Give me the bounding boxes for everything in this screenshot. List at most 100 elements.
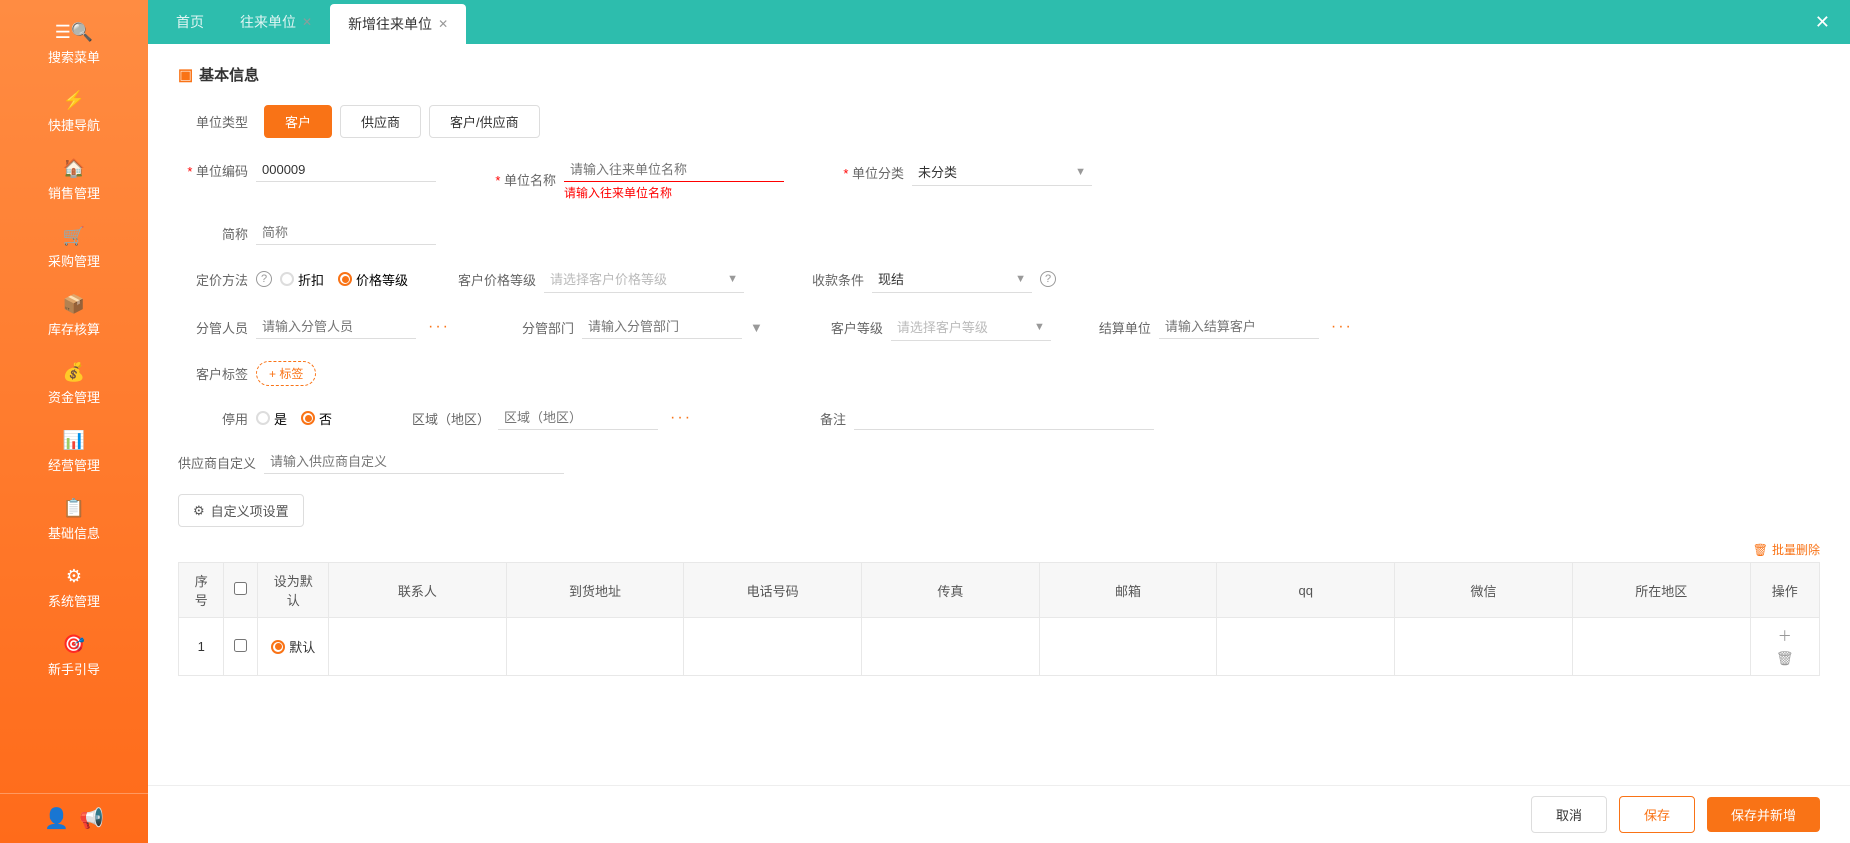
region-more-btn[interactable]: ··· xyxy=(666,409,696,427)
close-tab-new-transaction[interactable]: ✕ xyxy=(438,17,448,31)
col-fax: 传真 xyxy=(862,563,1040,618)
sidebar-item-finance[interactable]: 💰 资金管理 xyxy=(0,350,148,418)
pricing-radio-group: 折扣 价格等级 xyxy=(280,270,408,289)
col-checkbox xyxy=(224,563,258,618)
row-index: 1 xyxy=(179,618,224,676)
gear-icon: ⚙ xyxy=(66,566,82,587)
wechat-input[interactable] xyxy=(1405,639,1562,654)
add-tag-button[interactable]: + 标签 xyxy=(256,361,316,386)
unit-code-input[interactable] xyxy=(256,158,436,182)
type-btn-customer[interactable]: 客户 xyxy=(264,105,332,138)
type-btn-both[interactable]: 客户/供应商 xyxy=(429,105,540,138)
address-input[interactable] xyxy=(517,639,674,654)
remarks-input[interactable] xyxy=(854,406,1154,430)
col-contact: 联系人 xyxy=(328,563,506,618)
row-add-btn[interactable]: ＋ xyxy=(1774,624,1796,648)
payment-terms-select[interactable]: 现结 ▼ xyxy=(872,265,1032,293)
row-phone-input[interactable] xyxy=(684,618,862,676)
sidebar-item-sales[interactable]: 🏠 销售管理 xyxy=(0,146,148,214)
remarks-label: 备注 xyxy=(776,409,846,428)
short-name-input[interactable] xyxy=(256,221,436,245)
col-wechat: 微信 xyxy=(1395,563,1573,618)
table-header-row: 序号 设为默认 联系人 到货地址 电话号码 传真 邮箱 qq 微信 所在地区 操… xyxy=(179,563,1820,618)
col-phone: 电话号码 xyxy=(684,563,862,618)
lightning-icon: ⚡ xyxy=(63,90,85,111)
sidebar-item-system[interactable]: ⚙ 系统管理 xyxy=(0,554,148,622)
customer-level-select[interactable]: 请选择客户等级 ▼ xyxy=(891,313,1051,341)
row-default-radio[interactable]: 默认 xyxy=(268,637,318,656)
sidebar-item-basic-info[interactable]: 📋 基础信息 xyxy=(0,486,148,554)
radio-discount[interactable]: 折扣 xyxy=(280,270,324,289)
supplier-custom-input[interactable] xyxy=(264,450,564,474)
row-select-checkbox[interactable] xyxy=(234,639,247,652)
tab-bar: 首页 往来单位 ✕ 新增往来单位 ✕ ✕ xyxy=(148,0,1850,44)
unit-type-row: 单位类型 客户 供应商 客户/供应商 xyxy=(178,105,1820,138)
default-radio-circle xyxy=(271,640,285,654)
fax-input[interactable] xyxy=(872,639,1029,654)
row-qq-input[interactable] xyxy=(1217,618,1395,676)
settlement-unit-input[interactable] xyxy=(1159,315,1319,339)
unit-category-select[interactable]: 未分类 ▼ xyxy=(912,158,1092,186)
row-wechat-input[interactable] xyxy=(1395,618,1573,676)
col-qq: qq xyxy=(1217,563,1395,618)
unit-code-label: 单位编码 xyxy=(178,161,248,180)
tab-home[interactable]: 首页 xyxy=(158,0,222,44)
close-window-button[interactable]: ✕ xyxy=(1805,12,1840,33)
row-email-input[interactable] xyxy=(1039,618,1217,676)
sidebar-item-purchase[interactable]: 🛒 采购管理 xyxy=(0,214,148,282)
row-fax-input[interactable] xyxy=(862,618,1040,676)
cancel-button[interactable]: 取消 xyxy=(1531,796,1607,833)
sidebar-item-guide[interactable]: 🎯 新手引导 xyxy=(0,622,148,690)
manager-input[interactable] xyxy=(256,315,416,339)
row-address-input[interactable] xyxy=(506,618,684,676)
pricing-help-icon[interactable]: ? xyxy=(256,271,272,287)
radio-yes[interactable]: 是 xyxy=(256,409,287,428)
manager-more-btn[interactable]: ··· xyxy=(424,318,454,336)
tab-new-transaction[interactable]: 新增往来单位 ✕ xyxy=(330,4,466,44)
radio-no[interactable]: 否 xyxy=(301,409,332,428)
col-region: 所在地区 xyxy=(1572,563,1750,618)
row-delete-btn[interactable]: 🗑 xyxy=(1772,648,1798,669)
close-tab-transactions[interactable]: ✕ xyxy=(302,15,312,29)
user-icon[interactable]: 👤 xyxy=(44,806,69,831)
radio-price-level[interactable]: 价格等级 xyxy=(338,270,408,289)
customer-price-level-select[interactable]: 请选择客户价格等级 ▼ xyxy=(544,265,744,293)
tab-transactions[interactable]: 往来单位 ✕ xyxy=(222,0,330,44)
group-settlement-unit: 结算单位 ··· xyxy=(1081,315,1357,339)
contact-input[interactable] xyxy=(339,639,496,654)
supplier-custom-label: 供应商自定义 xyxy=(178,453,256,472)
row-default[interactable]: 默认 xyxy=(258,618,329,676)
row-unit-code-name-category: 单位编码 单位名称 请输入往来单位名称 单位分类 未分类 ▼ xyxy=(178,158,1820,201)
type-btn-supplier[interactable]: 供应商 xyxy=(340,105,421,138)
region-input[interactable] xyxy=(498,406,658,430)
chevron-down-icon3: ▼ xyxy=(1015,273,1026,285)
radio-yes-circle xyxy=(256,411,270,425)
email-input[interactable] xyxy=(1050,639,1207,654)
sidebar-item-inventory[interactable]: 📦 库存核算 xyxy=(0,282,148,350)
row-checkbox[interactable] xyxy=(224,618,258,676)
payment-help-icon[interactable]: ? xyxy=(1040,271,1056,287)
select-all-checkbox[interactable] xyxy=(234,582,247,595)
sidebar-item-operations[interactable]: 📊 经营管理 xyxy=(0,418,148,486)
phone-input[interactable] xyxy=(694,639,851,654)
save-new-button[interactable]: 保存并新增 xyxy=(1707,797,1820,832)
settlement-more-btn[interactable]: ··· xyxy=(1327,318,1357,336)
department-input[interactable] xyxy=(582,315,742,339)
batch-delete-label[interactable]: 批量删除 xyxy=(1772,541,1820,558)
radio-no-circle xyxy=(301,411,315,425)
row-actions: ＋ 🗑 xyxy=(1750,618,1819,676)
notification-icon[interactable]: 📢 xyxy=(79,806,104,831)
delete-icon: 🗑 xyxy=(1753,543,1768,557)
unit-name-label: 单位名称 xyxy=(486,170,556,189)
sidebar-item-quick-nav[interactable]: ⚡ 快捷导航 xyxy=(0,78,148,146)
save-button[interactable]: 保存 xyxy=(1619,796,1695,833)
group-customer-tags: 客户标签 + 标签 xyxy=(178,361,316,386)
custom-settings-button[interactable]: ⚙ 自定义项设置 xyxy=(178,494,304,527)
sidebar-item-search[interactable]: ☰🔍 搜索菜单 xyxy=(0,10,148,78)
row-region-input[interactable] xyxy=(1572,618,1750,676)
qq-input[interactable] xyxy=(1227,639,1384,654)
unit-name-input[interactable] xyxy=(564,158,784,182)
region-field-input[interactable] xyxy=(1583,639,1740,654)
row-contact-input[interactable] xyxy=(328,618,506,676)
chart-icon: 📊 xyxy=(63,430,85,451)
